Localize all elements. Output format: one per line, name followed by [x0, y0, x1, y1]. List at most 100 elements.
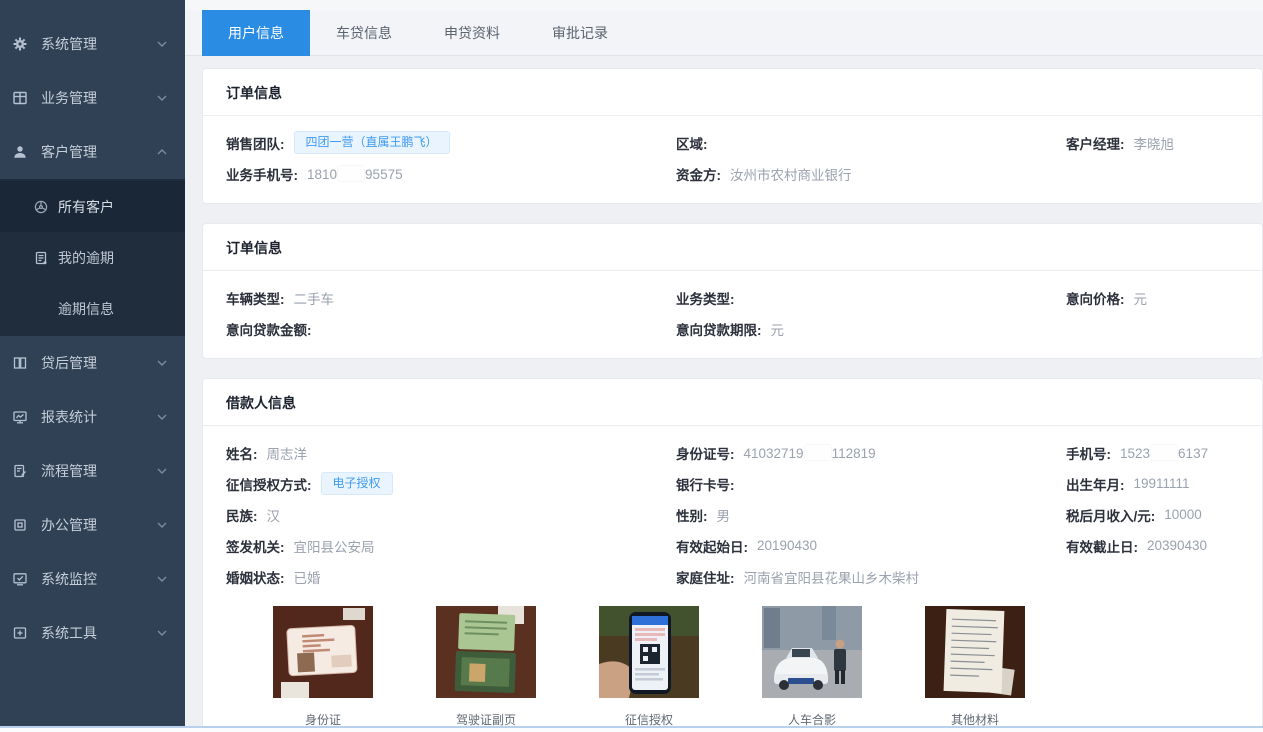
- tab-approval-records[interactable]: 审批记录: [526, 10, 634, 56]
- field-empty: [1066, 313, 1262, 344]
- value-tag[interactable]: 电子授权: [321, 472, 393, 494]
- sidebar-item-system-monitoring[interactable]: 系统监控: [0, 552, 185, 606]
- field-label: 资金方:: [676, 164, 721, 184]
- card-body: 销售团队:四团一营（直属王鹏飞）区域: 客户经理: 李晓旭业务手机号: 1810955…: [203, 116, 1262, 203]
- field-value: 10000: [1164, 507, 1202, 522]
- card-title: 订单信息: [226, 240, 282, 256]
- field: 婚姻状态: 已婚: [226, 561, 676, 592]
- field-label: 手机号:: [1066, 443, 1111, 463]
- user-icon: [12, 144, 28, 160]
- field: 业务手机号: 181095575: [226, 158, 676, 189]
- sidebar-item-label: 办公管理: [41, 515, 97, 535]
- sidebar-item-customer-management[interactable]: 客户管理: [0, 125, 185, 179]
- tools-icon: [12, 625, 28, 641]
- sidebar-item-system-management[interactable]: 系统管理: [0, 17, 185, 71]
- card-header: 借款人信息: [203, 379, 1262, 426]
- field: 税后月收入/元: 10000: [1066, 499, 1262, 530]
- photo-id-card: 身份证: [273, 606, 373, 728]
- sidebar-item-label: 报表统计: [41, 407, 97, 427]
- card-title: 订单信息: [226, 85, 282, 101]
- sidebar-item-label: 系统监控: [41, 569, 97, 589]
- field-value: 李晓旭: [1134, 133, 1175, 153]
- field-value: 男: [717, 505, 731, 525]
- sidebar: 系统管理业务管理客户管理所有客户我的逾期逾期信息贷后管理报表统计流程管理办公管理…: [0, 0, 185, 732]
- photo-thumbnail-id-card[interactable]: [273, 606, 373, 698]
- field-value: 181095575: [307, 166, 403, 182]
- photo-thumbnail-phone-qr[interactable]: [599, 606, 699, 698]
- sidebar-subitem-my-overdue[interactable]: 我的逾期: [0, 232, 185, 283]
- field-grid: 销售团队:四团一营（直属王鹏飞）区域: 客户经理: 李晓旭业务手机号: 1810955…: [226, 127, 1262, 189]
- field-value: 元: [771, 319, 785, 339]
- field-label: 婚姻状态:: [226, 567, 285, 587]
- chevron-down-icon: [157, 576, 167, 582]
- tab-car-loan-info[interactable]: 车贷信息: [310, 10, 418, 56]
- tab-loan-application-docs[interactable]: 申贷资料: [418, 10, 526, 56]
- field: 业务类型:: [676, 282, 1066, 313]
- field: 客户经理: 李晓旭: [1066, 127, 1262, 158]
- field-label: 出生年月:: [1066, 474, 1125, 494]
- field: 出生年月: 19911111: [1066, 468, 1262, 499]
- sidebar-item-label: 流程管理: [41, 461, 97, 481]
- masked-value-gap: [805, 445, 831, 460]
- photo-paper-doc: 其他材料: [925, 606, 1025, 728]
- photo-thumbnail-green-booklet[interactable]: [436, 606, 536, 698]
- field: 民族:汉: [226, 499, 676, 530]
- value-tag[interactable]: 四团一营（直属王鹏飞）: [294, 131, 450, 153]
- field: 征信授权方式:电子授权: [226, 468, 676, 499]
- field-label: 有效截止日:: [1066, 536, 1138, 556]
- card-borrower-info: 借款人信息姓名: 周志洋 身份证号:41032719112819手机号: 152361…: [202, 378, 1263, 728]
- tab-bar: 用户信息车贷信息申贷资料审批记录: [185, 10, 1263, 56]
- sidebar-item-system-tools[interactable]: 系统工具: [0, 606, 185, 660]
- field: 意向价格:元: [1066, 282, 1262, 313]
- field-value: 二手车: [294, 288, 335, 308]
- field-label: 姓名:: [226, 443, 258, 463]
- field-label: 签发机关:: [226, 536, 285, 556]
- field: 销售团队:四团一营（直属王鹏飞）: [226, 127, 676, 158]
- sidebar-item-label: 系统管理: [41, 34, 97, 54]
- field-label: 业务手机号:: [226, 164, 298, 184]
- field: 区域:: [676, 127, 1066, 158]
- field: 身份证号:41032719112819: [676, 437, 1066, 468]
- sidebar-item-process-management[interactable]: 流程管理: [0, 444, 185, 498]
- sidebar-subitem-all-customers[interactable]: 所有客户: [0, 181, 185, 232]
- gear-icon: [12, 36, 28, 52]
- masked-value-gap: [338, 166, 364, 181]
- sidebar-item-office-management[interactable]: 办公管理: [0, 498, 185, 552]
- field-value: 已婚: [294, 567, 321, 587]
- card-body: 姓名: 周志洋 身份证号:41032719112819手机号: 15236137 征信授…: [203, 426, 1262, 728]
- masked-value-gap: [1151, 445, 1177, 460]
- field: 手机号: 15236137: [1066, 437, 1262, 468]
- field: 姓名: 周志洋: [226, 437, 676, 468]
- field-label: 银行卡号:: [676, 474, 735, 494]
- card-header: 订单信息: [203, 224, 1262, 271]
- field-value: 周志洋: [267, 443, 308, 463]
- field-value: 15236137: [1120, 445, 1208, 461]
- field-value: 河南省宜阳县花果山乡木柴村: [744, 567, 920, 587]
- sidebar-subitem-overdue-info[interactable]: 逾期信息: [0, 283, 185, 334]
- sidebar-item-report-statistics[interactable]: 报表统计: [0, 390, 185, 444]
- card-order-info-1: 订单信息销售团队:四团一营（直属王鹏飞）区域: 客户经理: 李晓旭业务手机号: 181…: [202, 68, 1263, 204]
- sidebar-item-post-loan-management[interactable]: 贷后管理: [0, 336, 185, 390]
- photo-green-booklet: 驾驶证副页: [436, 606, 536, 728]
- field-empty: [1066, 158, 1262, 189]
- field-label: 民族:: [226, 505, 258, 525]
- chevron-up-icon: [157, 149, 167, 155]
- main-panel: 用户信息车贷信息申贷资料审批记录 订单信息销售团队:四团一营（直属王鹏飞）区域:…: [185, 0, 1263, 732]
- field-label: 业务类型:: [676, 288, 735, 308]
- field-grid: 车辆类型:二手车业务类型:意向价格:元意向贷款金额:意向贷款期限:元: [226, 282, 1262, 344]
- tab-user-info[interactable]: 用户信息: [202, 10, 310, 56]
- chevron-down-icon: [157, 630, 167, 636]
- field-label: 区域:: [676, 133, 708, 153]
- tab-strip-top: [185, 0, 1263, 10]
- chevron-down-icon: [157, 414, 167, 420]
- photo-thumbnail-paper-doc[interactable]: [925, 606, 1025, 698]
- sidebar-item-business-management[interactable]: 业务管理: [0, 71, 185, 125]
- field-label: 意向贷款期限:: [676, 319, 762, 339]
- field-value: 19911111: [1134, 476, 1190, 491]
- document-icon: [33, 250, 49, 266]
- field-label: 家庭住址:: [676, 567, 735, 587]
- photo-thumbnail-car-person[interactable]: [762, 606, 862, 698]
- field-label: 税后月收入/元:: [1066, 505, 1155, 525]
- field-label: 客户经理:: [1066, 133, 1125, 153]
- chevron-down-icon: [157, 360, 167, 366]
